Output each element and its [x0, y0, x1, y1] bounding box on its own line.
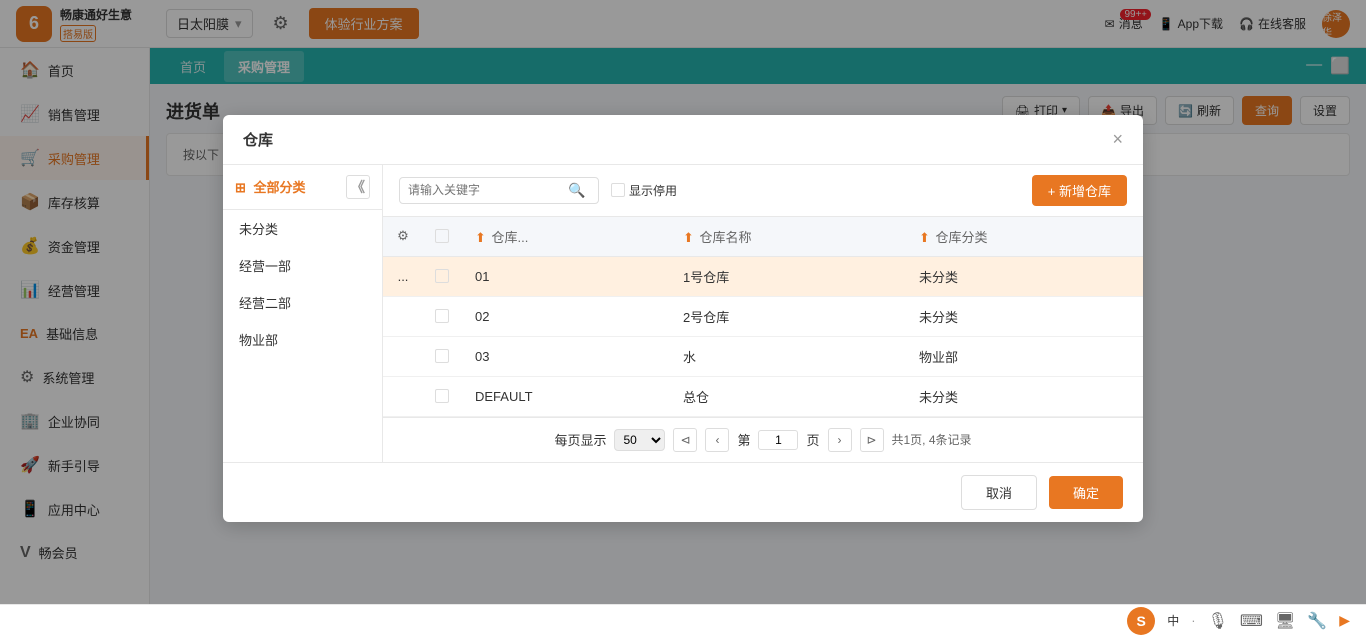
modal-header: 仓库 ×	[223, 115, 1143, 165]
row-code: 02	[463, 296, 671, 336]
row-settings	[383, 296, 423, 336]
page-num-label: 第	[737, 430, 750, 449]
total-info: 共1页, 4条记录	[892, 431, 972, 448]
row-name: 2号仓库	[671, 296, 907, 336]
table-area: 🔍 显示停用 + 新增仓库 ⚙	[383, 165, 1143, 462]
category-item-unclassified[interactable]: 未分类	[223, 210, 382, 247]
play-icon[interactable]: ▶	[1339, 612, 1350, 629]
category-item-ops2[interactable]: 经营二部	[223, 284, 382, 321]
dot-separator: ·	[1191, 613, 1195, 628]
category-sidebar: ⊞ 全部分类 《 未分类 经营一部 经营二部 物业部	[223, 165, 383, 462]
monitor-icon[interactable]: 🖥	[1275, 611, 1295, 631]
row-checkbox	[423, 256, 463, 296]
category-item-ops1[interactable]: 经营一部	[223, 247, 382, 284]
col-category: ⬆ 仓库分类	[907, 216, 1143, 256]
col-settings: ⚙	[383, 216, 423, 256]
row-settings	[383, 336, 423, 376]
category-header[interactable]: ⊞ 全部分类 《	[223, 165, 382, 210]
category-item-property[interactable]: 物业部	[223, 321, 382, 358]
row-code: 01	[463, 256, 671, 296]
row-category: 未分类	[907, 256, 1143, 296]
row-category: 物业部	[907, 336, 1143, 376]
table-row[interactable]: 03 水 物业部	[383, 336, 1143, 376]
row-settings	[383, 376, 423, 416]
prev-page-button[interactable]: ‹	[705, 428, 729, 452]
col-code: ⬆ 仓库...	[463, 216, 671, 256]
search-box: 🔍	[399, 177, 599, 204]
s-logo: S	[1127, 607, 1155, 635]
table-toolbar: 🔍 显示停用 + 新增仓库	[383, 165, 1143, 216]
row-checkbox	[423, 296, 463, 336]
modal-overlay: 仓库 × ⊞ 全部分类 《 未分类 经营一部 经营二部 物业部	[0, 0, 1366, 636]
row-name: 水	[671, 336, 907, 376]
table-wrapper: ⚙ ⬆ 仓库... ⬆ 仓库名称	[383, 216, 1143, 417]
modal-body: ⊞ 全部分类 《 未分类 经营一部 经营二部 物业部 🔍	[223, 165, 1143, 462]
add-warehouse-button[interactable]: + 新增仓库	[1032, 175, 1127, 206]
row-name: 总仓	[671, 376, 907, 416]
row-check-4[interactable]	[435, 389, 449, 403]
keyboard-icon[interactable]: ⌨	[1240, 611, 1263, 631]
row-category: 未分类	[907, 296, 1143, 336]
bottom-bar: S 中 · 🎙 ⌨ 🖥 🔧 ▶	[0, 604, 1366, 636]
warehouse-modal: 仓库 × ⊞ 全部分类 《 未分类 经营一部 经营二部 物业部	[223, 115, 1143, 522]
row-check-2[interactable]	[435, 309, 449, 323]
last-page-button[interactable]: ⊳	[860, 428, 884, 452]
row-settings: ...	[383, 256, 423, 296]
page-label: 页	[806, 430, 819, 449]
grid-icon: ⊞	[235, 180, 246, 195]
row-check-1[interactable]	[435, 269, 449, 283]
sort-icon: ⬆	[475, 230, 486, 245]
cancel-button[interactable]: 取消	[961, 475, 1037, 510]
table-row[interactable]: 02 2号仓库 未分类	[383, 296, 1143, 336]
first-page-button[interactable]: ⊲	[673, 428, 697, 452]
collapse-button[interactable]: 《	[346, 175, 370, 199]
row-name: 1号仓库	[671, 256, 907, 296]
row-check-3[interactable]	[435, 349, 449, 363]
confirm-button[interactable]: 确定	[1049, 476, 1123, 509]
page-number-input[interactable]	[758, 430, 798, 450]
row-category: 未分类	[907, 376, 1143, 416]
warehouse-table: ⚙ ⬆ 仓库... ⬆ 仓库名称	[383, 216, 1143, 417]
select-all-checkbox[interactable]	[435, 229, 449, 243]
table-row[interactable]: ... 01 1号仓库 未分类	[383, 256, 1143, 296]
mic-icon[interactable]: 🎙	[1208, 611, 1228, 631]
search-input[interactable]	[408, 183, 568, 197]
modal-close-button[interactable]: ×	[1112, 129, 1123, 150]
table-header-row: ⚙ ⬆ 仓库... ⬆ 仓库名称	[383, 216, 1143, 256]
tool-icon[interactable]: 🔧	[1307, 611, 1327, 631]
sort-icon-category: ⬆	[919, 230, 930, 245]
page-size-label: 每页显示	[554, 430, 606, 449]
row-checkbox	[423, 376, 463, 416]
row-code: DEFAULT	[463, 376, 671, 416]
page-size-select[interactable]: 50 10 20 100	[614, 429, 665, 451]
show-disabled-toggle: 显示停用	[611, 182, 677, 199]
table-row[interactable]: DEFAULT 总仓 未分类	[383, 376, 1143, 416]
row-code: 03	[463, 336, 671, 376]
col-name: ⬆ 仓库名称	[671, 216, 907, 256]
modal-title: 仓库	[243, 129, 273, 150]
sort-icon-name: ⬆	[683, 230, 694, 245]
pagination: 每页显示 50 10 20 100 ⊲ ‹ 第 页 › ⊳ 共1页, 4条记录	[383, 417, 1143, 462]
col-checkbox	[423, 216, 463, 256]
next-page-button[interactable]: ›	[828, 428, 852, 452]
show-disabled-checkbox[interactable]	[611, 183, 625, 197]
chinese-input-label[interactable]: 中	[1167, 612, 1179, 629]
search-icon: 🔍	[568, 182, 585, 199]
modal-footer: 取消 确定	[223, 462, 1143, 522]
row-checkbox	[423, 336, 463, 376]
